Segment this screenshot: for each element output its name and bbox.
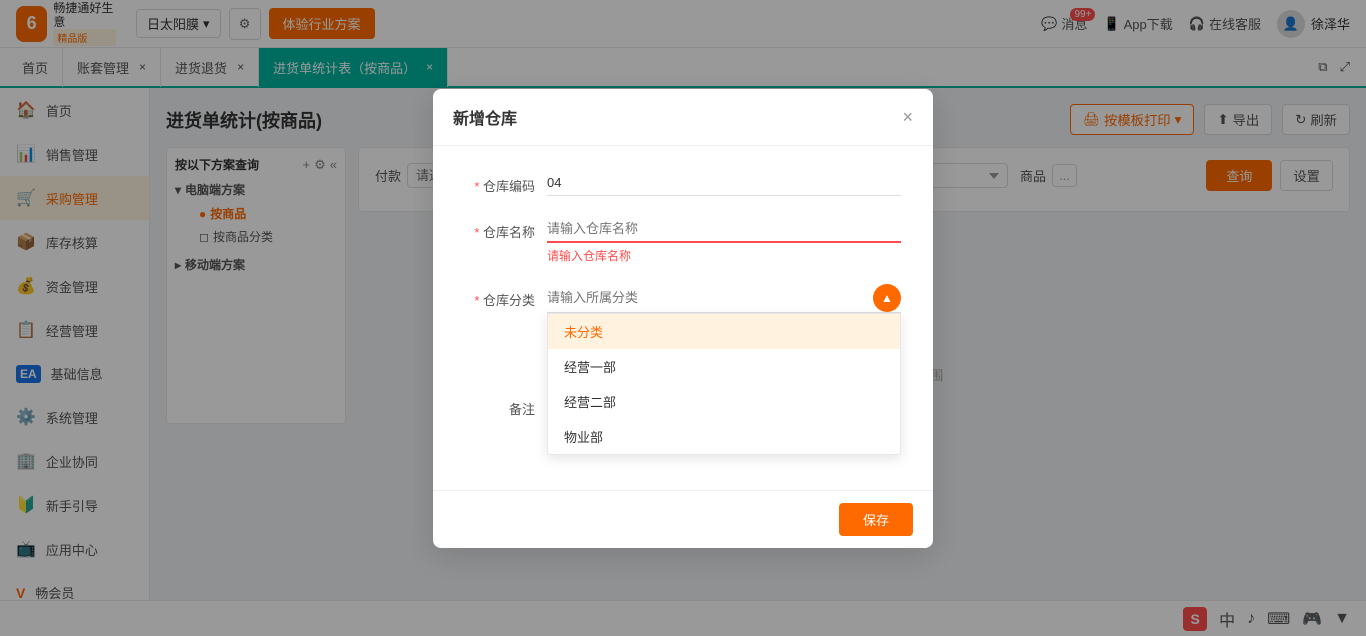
warehouse-code-input[interactable] bbox=[547, 170, 901, 196]
warehouse-name-input[interactable] bbox=[547, 216, 901, 243]
category-label: 仓库分类 bbox=[465, 284, 535, 309]
category-input[interactable] bbox=[547, 285, 873, 310]
category-option-dept2[interactable]: 经营二部 bbox=[548, 384, 900, 419]
modal-title: 新增仓库 bbox=[453, 105, 517, 129]
category-toggle-btn[interactable]: ▲ bbox=[873, 284, 901, 312]
modal-overlay[interactable]: 新增仓库 × 仓库编码 仓库名称 请输入仓库名称 仓库分类 bbox=[0, 0, 1366, 636]
modal-body: 仓库编码 仓库名称 请输入仓库名称 仓库分类 ▲ bbox=[433, 146, 933, 490]
category-dropdown-row: ▲ bbox=[547, 284, 901, 313]
modal-new-warehouse: 新增仓库 × 仓库编码 仓库名称 请输入仓库名称 仓库分类 bbox=[433, 89, 933, 548]
modal-header: 新增仓库 × bbox=[433, 89, 933, 146]
category-control: ▲ 未分类 经营一部 经营二部 物业部 bbox=[547, 284, 901, 313]
name-error-msg: 请输入仓库名称 bbox=[547, 247, 901, 264]
note-label: 备注 bbox=[465, 393, 535, 418]
category-option-dept1[interactable]: 经营一部 bbox=[548, 349, 900, 384]
code-control bbox=[547, 170, 901, 196]
form-item-code: 仓库编码 bbox=[465, 170, 901, 196]
code-label: 仓库编码 bbox=[465, 170, 535, 195]
form-item-name: 仓库名称 请输入仓库名称 bbox=[465, 216, 901, 264]
modal-close-btn[interactable]: × bbox=[902, 108, 913, 126]
category-option-dept3[interactable]: 物业部 bbox=[548, 419, 900, 454]
name-label: 仓库名称 bbox=[465, 216, 535, 241]
modal-footer: 保存 bbox=[433, 490, 933, 548]
modal-save-btn[interactable]: 保存 bbox=[839, 503, 913, 536]
category-dropdown-list: 未分类 经营一部 经营二部 物业部 bbox=[547, 313, 901, 455]
name-control: 请输入仓库名称 bbox=[547, 216, 901, 264]
category-option-unclassified[interactable]: 未分类 bbox=[548, 314, 900, 349]
form-item-category: 仓库分类 ▲ 未分类 经营一部 经营二部 物业部 bbox=[465, 284, 901, 313]
